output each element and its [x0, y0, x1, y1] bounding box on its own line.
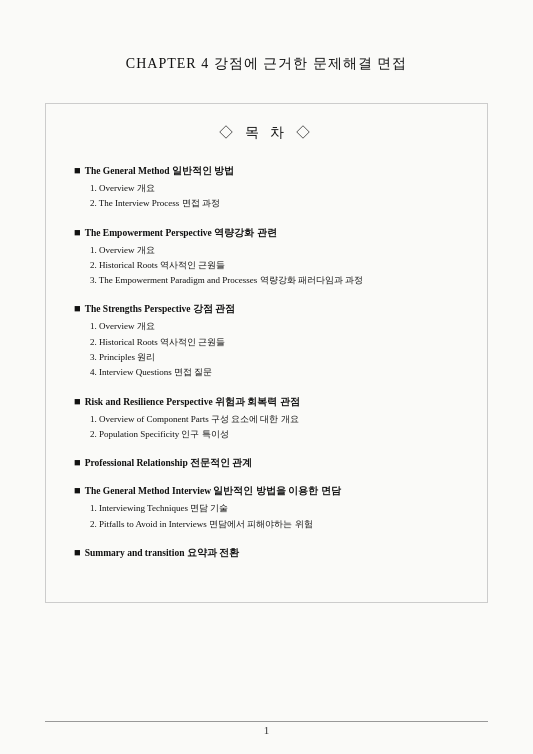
- section-header-text: The Strengths Perspective 강점 관점: [85, 303, 236, 316]
- section-item: 2. Historical Roots 역사적인 근원들: [74, 258, 459, 273]
- toc-section-s2: ■ The Empowerment Perspective 역량강화 관련 1. O…: [74, 226, 459, 289]
- section-item: 2. The Interview Process 면접 과정: [74, 196, 459, 211]
- toc-box: ◇ 목 차 ◇ ■ The General Method 일반적인 방법 1. Ov…: [45, 103, 488, 603]
- section-item: 1. Overview 개요: [74, 243, 459, 258]
- section-header-s4: ■ Risk and Resilience Perspective 위험과 회복력…: [74, 395, 459, 409]
- section-header-s1: ■ The General Method 일반적인 방법: [74, 164, 459, 178]
- section-header-text: The Empowerment Perspective 역량강화 관련: [85, 227, 277, 240]
- section-item: 1. Overview 개요: [74, 319, 459, 334]
- page: CHAPTER 4 강점에 근거한 문제해결 면접 ◇ 목 차 ◇ ■ The G…: [0, 0, 533, 754]
- toc-section-s1: ■ The General Method 일반적인 방법 1. Overview 개…: [74, 164, 459, 212]
- section-item: 1. Interviewing Techniques 면담 기술: [74, 501, 459, 516]
- section-item: 1. Overview 개요: [74, 181, 459, 196]
- section-item: 2. Pitfalls to Avoid in Interviews 면담에서 …: [74, 517, 459, 532]
- section-header-text: The General Method 일반적인 방법: [85, 165, 235, 178]
- section-header-text: Summary and transition 요약과 전환: [85, 547, 240, 560]
- section-bullet: ■: [74, 164, 81, 176]
- section-header-s3: ■ The Strengths Perspective 강점 관점: [74, 302, 459, 316]
- section-header-s6: ■ The General Method Interview 일반적인 방법을 이…: [74, 484, 459, 498]
- section-item: 1. Overview of Component Parts 구성 요소에 대한…: [74, 412, 459, 427]
- section-bullet: ■: [74, 226, 81, 238]
- section-header-s7: ■ Summary and transition 요약과 전환: [74, 546, 459, 560]
- toc-section-s7: ■ Summary and transition 요약과 전환: [74, 546, 459, 560]
- section-item: 3. Principles 원리: [74, 350, 459, 365]
- section-item: 2. Historical Roots 역사적인 근원들: [74, 335, 459, 350]
- toc-section-s3: ■ The Strengths Perspective 강점 관점 1. Overv…: [74, 302, 459, 380]
- section-bullet: ■: [74, 484, 81, 496]
- toc-sections: ■ The General Method 일반적인 방법 1. Overview 개…: [74, 164, 459, 560]
- section-bullet: ■: [74, 546, 81, 558]
- section-header-text: The General Method Interview 일반적인 방법을 이용…: [85, 485, 341, 498]
- toc-section-s6: ■ The General Method Interview 일반적인 방법을 이…: [74, 484, 459, 532]
- bottom-line: [45, 721, 488, 722]
- section-header-s2: ■ The Empowerment Perspective 역량강화 관련: [74, 226, 459, 240]
- page-title: CHAPTER 4 강점에 근거한 문제해결 면접: [0, 0, 533, 103]
- section-item: 4. Interview Questions 면접 질문: [74, 365, 459, 380]
- section-bullet: ■: [74, 395, 81, 407]
- section-header-text: Professional Relationship 전문적인 관계: [85, 457, 253, 470]
- section-item: 2. Population Specificity 인구 특이성: [74, 427, 459, 442]
- section-header-text: Risk and Resilience Perspective 위험과 회복력 …: [85, 396, 300, 409]
- toc-section-s4: ■ Risk and Resilience Perspective 위험과 회복력…: [74, 395, 459, 443]
- toc-title: ◇ 목 차 ◇: [74, 124, 459, 142]
- toc-section-s5: ■ Professional Relationship 전문적인 관계: [74, 456, 459, 470]
- section-item: 3. The Empowerment Paradigm and Processe…: [74, 273, 459, 288]
- section-header-s5: ■ Professional Relationship 전문적인 관계: [74, 456, 459, 470]
- section-bullet: ■: [74, 302, 81, 314]
- page-number: 1: [264, 724, 270, 736]
- section-bullet: ■: [74, 456, 81, 468]
